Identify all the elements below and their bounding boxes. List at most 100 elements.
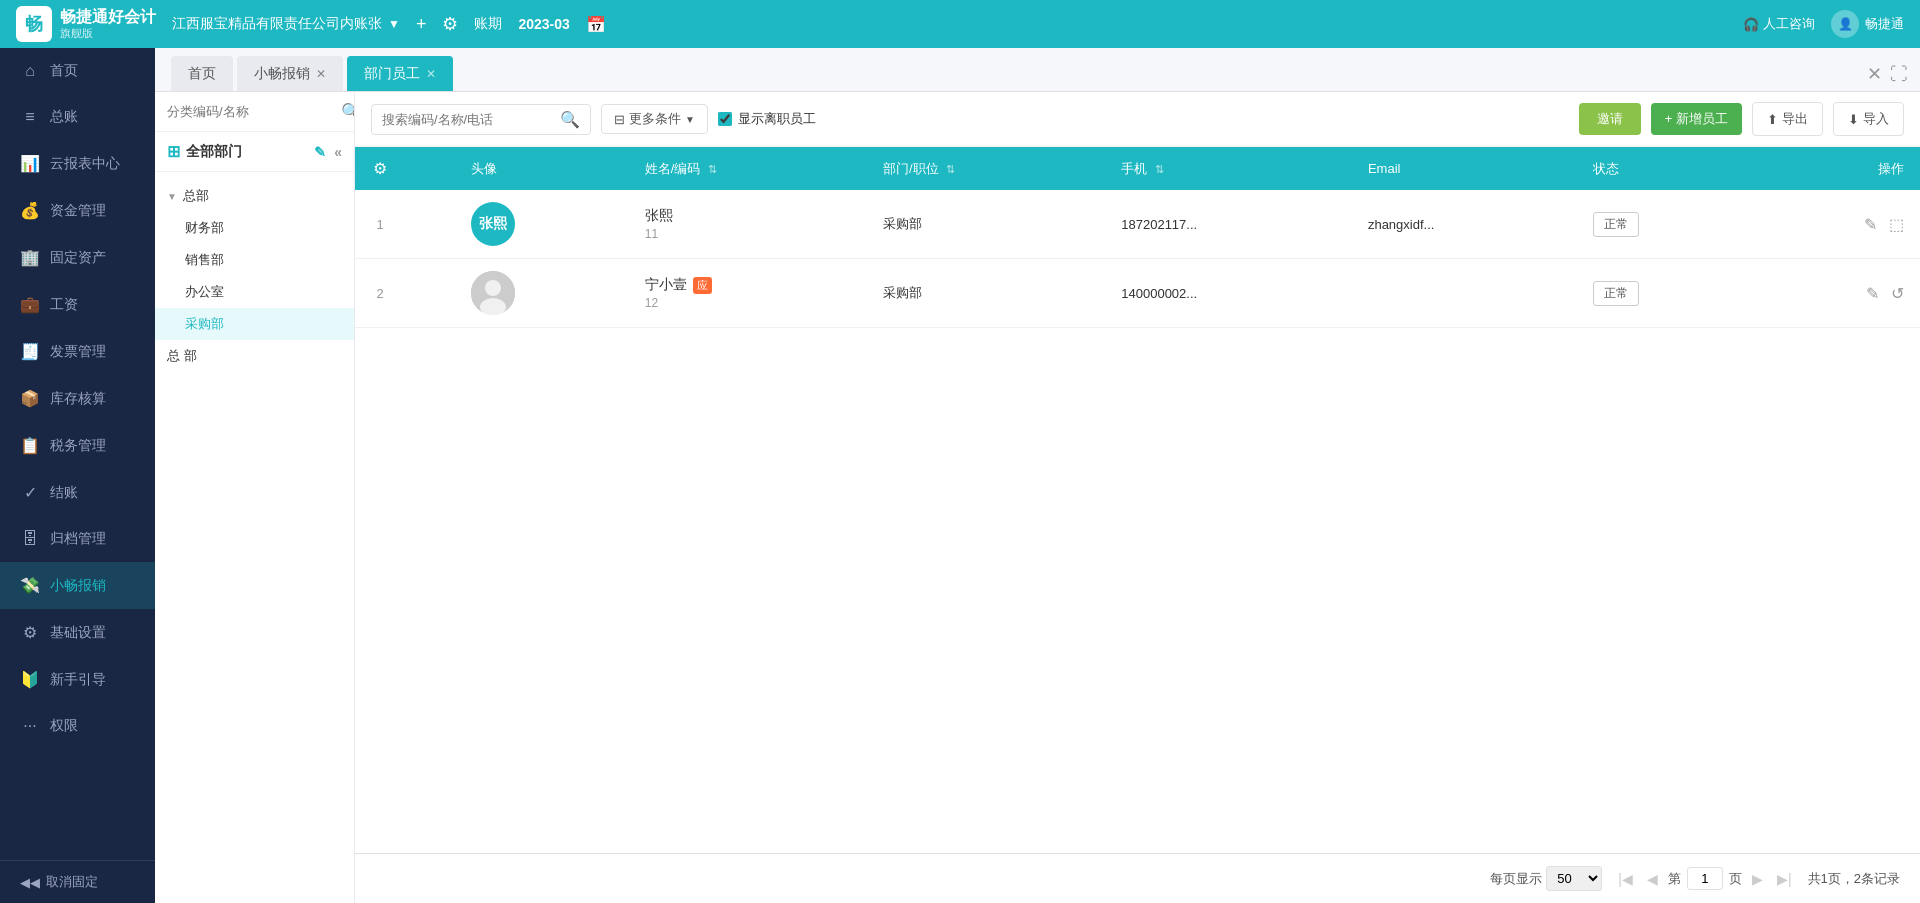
table-settings-icon[interactable]: ⚙	[373, 160, 387, 177]
table-col-index	[405, 147, 455, 190]
dept-search-input[interactable]	[167, 104, 335, 119]
sidebar-item-settings[interactable]: ⚙ 基础设置	[0, 609, 155, 656]
action-icons-2: ✎ ↺	[1771, 284, 1904, 303]
filter-label: 更多条件	[629, 110, 681, 128]
name-row-1: 张熙	[645, 207, 851, 225]
dept-node-general[interactable]: ▼ 总部	[155, 180, 354, 212]
sidebar-item-archive[interactable]: 🗄 归档管理	[0, 516, 155, 562]
sidebar-item-ledger[interactable]: ≡ 总账	[0, 94, 155, 140]
sidebar-item-inventory[interactable]: 📦 库存核算	[0, 375, 155, 422]
add-icon[interactable]: +	[416, 14, 427, 35]
dept-node-headquarters[interactable]: 总 部	[155, 340, 354, 372]
sidebar-item-checkout[interactable]: ✓ 结账	[0, 469, 155, 516]
last-page-button[interactable]: ▶|	[1773, 869, 1796, 889]
sidebar-item-capital[interactable]: 💰 资金管理	[0, 187, 155, 234]
avatar: 👤	[1831, 10, 1859, 38]
period-label: 账期	[474, 15, 502, 33]
import-button[interactable]: ⬇ 导入	[1833, 102, 1904, 136]
show-resigned-checkbox[interactable]: 显示离职员工	[718, 110, 816, 128]
page-nav: |◀ ◀ 第 页 ▶ ▶|	[1614, 867, 1795, 890]
refresh-icon-2[interactable]: ↺	[1891, 284, 1904, 303]
sidebar-item-expense[interactable]: 💸 小畅报销	[0, 562, 155, 609]
dept-label-finance: 财务部	[185, 219, 224, 237]
dept-label-sales: 销售部	[185, 251, 224, 269]
name-sort-icon[interactable]: ⇅	[708, 163, 717, 175]
tab-dept-close-icon[interactable]: ✕	[426, 67, 436, 81]
support-button[interactable]: 🎧 人工咨询	[1743, 15, 1815, 33]
sidebar-label-checkout: 结账	[50, 484, 78, 502]
filter-button[interactable]: ⊟ 更多条件 ▼	[601, 104, 708, 134]
first-page-button[interactable]: |◀	[1614, 869, 1637, 889]
logo-area: 畅 畅捷通好会计 旗舰版	[16, 6, 156, 42]
sidebar-item-assets[interactable]: 🏢 固定资产	[0, 234, 155, 281]
dept-label-general: 总部	[183, 187, 209, 205]
pin-toggle[interactable]: ◀◀ 取消固定	[0, 860, 155, 903]
avatar-circle-1: 张熙	[471, 202, 515, 246]
employee-search-input[interactable]	[382, 112, 554, 127]
dept-label-office: 办公室	[185, 283, 224, 301]
tab-dept-label: 部门员工	[364, 65, 420, 83]
dept-node-sales[interactable]: 销售部	[155, 244, 354, 276]
dept-search-icon[interactable]: 🔍	[341, 102, 355, 121]
page-input[interactable]	[1687, 867, 1723, 890]
close-all-icon[interactable]: ✕	[1867, 63, 1882, 85]
logo-subtitle: 旗舰版	[60, 26, 156, 41]
sidebar-item-salary[interactable]: 💼 工资	[0, 281, 155, 328]
show-resigned-input[interactable]	[718, 112, 732, 126]
dept-search-bar: 🔍	[155, 92, 354, 132]
sidebar-item-tax[interactable]: 📋 税务管理	[0, 422, 155, 469]
company-name: 江西服宝精品有限责任公司内账张	[172, 15, 382, 33]
edit-icon-1[interactable]: ✎	[1864, 215, 1877, 234]
row-2-email	[1352, 259, 1577, 328]
dept-node-purchase[interactable]: 采购部	[155, 308, 354, 340]
dept-sort-icon[interactable]: ⇅	[946, 163, 955, 175]
export-user-icon-1[interactable]: ⬚	[1889, 215, 1904, 234]
checkout-icon: ✓	[20, 483, 40, 502]
sidebar-item-reports[interactable]: 📊 云报表中心	[0, 140, 155, 187]
dept-all-header[interactable]: ⊞ 全部部门 ✎ «	[155, 132, 354, 172]
dept-node-office[interactable]: 办公室	[155, 276, 354, 308]
sidebar-item-invoice[interactable]: 🧾 发票管理	[0, 328, 155, 375]
prev-page-button[interactable]: ◀	[1643, 869, 1662, 889]
sidebar-item-guide[interactable]: 🔰 新手引导	[0, 656, 155, 703]
collapse-all-icon[interactable]: «	[334, 144, 342, 160]
tab-expense-close-icon[interactable]: ✕	[316, 67, 326, 81]
export-button[interactable]: ⬆ 导出	[1752, 102, 1823, 136]
logo-title: 畅捷通好会计	[60, 7, 156, 26]
tab-dept-employee[interactable]: 部门员工 ✕	[347, 56, 453, 91]
fullscreen-icon[interactable]: ⛶	[1890, 64, 1908, 85]
dept-node-finance[interactable]: 财务部	[155, 212, 354, 244]
logo-icon: 畅	[16, 6, 52, 42]
sidebar-item-home[interactable]: ⌂ 首页	[0, 48, 155, 94]
dept-header-icons: ✎ «	[314, 144, 342, 160]
employee-code-1: 11	[645, 227, 851, 241]
company-selector[interactable]: 江西服宝精品有限责任公司内账张 ▼	[172, 15, 400, 33]
employee-name-1: 张熙	[645, 207, 673, 225]
edit-icon-2[interactable]: ✎	[1866, 284, 1879, 303]
user-area[interactable]: 👤 畅捷通	[1831, 10, 1904, 38]
period-value: 2023-03	[518, 16, 569, 32]
add-employee-button[interactable]: + 新增员工	[1651, 103, 1742, 135]
phone-sort-icon[interactable]: ⇅	[1155, 163, 1164, 175]
invite-button[interactable]: 邀请	[1579, 103, 1641, 135]
tab-actions: ✕ ⛶	[1855, 63, 1920, 91]
calendar-icon[interactable]: 📅	[586, 15, 606, 34]
row-1-name: 张熙 11	[629, 190, 867, 259]
row-1-avatar: 张熙	[455, 190, 629, 259]
sidebar-label-ledger: 总账	[50, 108, 78, 126]
settings-icon[interactable]: ⚙	[442, 13, 458, 35]
search-icon[interactable]: 🔍	[560, 110, 580, 129]
page-size-select[interactable]: 10 20 50 100	[1546, 866, 1602, 891]
guide-icon: 🔰	[20, 670, 40, 689]
next-page-button[interactable]: ▶	[1748, 869, 1767, 889]
tab-expense-label: 小畅报销	[254, 65, 310, 83]
username: 畅捷通	[1865, 15, 1904, 33]
row-1-phone: 187202117...	[1105, 190, 1352, 259]
sidebar-item-more[interactable]: ··· 权限	[0, 703, 155, 749]
edit-dept-icon[interactable]: ✎	[314, 144, 326, 160]
tab-home[interactable]: 首页	[171, 56, 233, 91]
sidebar-label-more: 权限	[50, 717, 78, 735]
tax-icon: 📋	[20, 436, 40, 455]
status-badge-1: 正常	[1593, 212, 1639, 237]
tab-expense[interactable]: 小畅报销 ✕	[237, 56, 343, 91]
